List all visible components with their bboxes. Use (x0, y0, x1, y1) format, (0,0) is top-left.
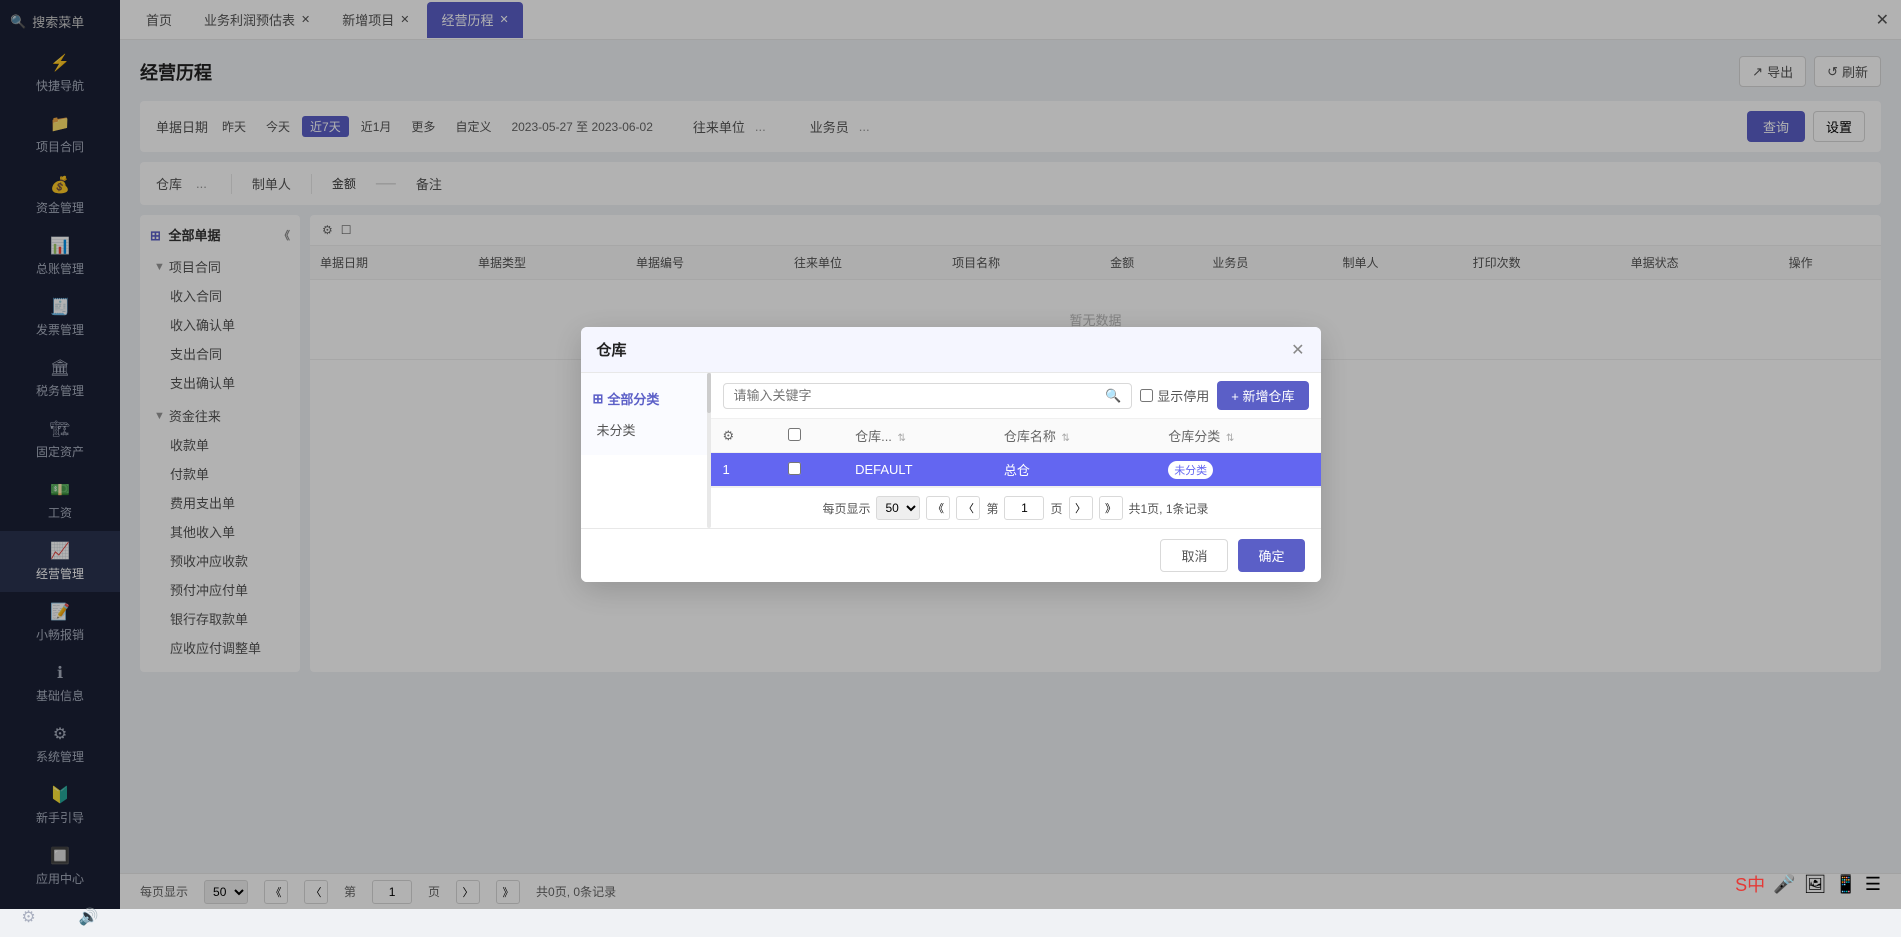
modal-page-input[interactable] (1004, 496, 1044, 520)
modal-page-label: 第 (986, 500, 998, 517)
modal-row-check (776, 453, 844, 487)
show-disabled-checkbox[interactable] (1140, 389, 1153, 402)
sort-icon-name: ⇅ (1062, 433, 1070, 444)
scrollbar-thumb (707, 373, 711, 413)
chat-icon[interactable]: S中 (1735, 871, 1765, 897)
modal-sidebar-wrapper: ⊞ 全部分类 未分类 (581, 373, 711, 528)
app-icon[interactable]: 📱 (1834, 874, 1856, 895)
add-warehouse-button[interactable]: + 新增仓库 (1217, 381, 1308, 410)
modal-page-suffix: 页 (1050, 500, 1062, 517)
modal-body: ⊞ 全部分类 未分类 🔍 (581, 373, 1321, 528)
modal-table: ⚙ 仓库... ⇅ 仓库名称 ⇅ (711, 419, 1321, 487)
modal-row-checkbox[interactable] (788, 462, 801, 475)
modal-row-no: 1 (711, 453, 776, 487)
modal-footer: 取消 确定 (581, 528, 1321, 582)
modal-check-all[interactable] (788, 428, 801, 441)
modal-search-input[interactable] (734, 388, 1102, 403)
sort-icon-code: ⇅ (898, 433, 906, 444)
modal-sidebar-scrollbar[interactable] (707, 373, 711, 528)
gear-icon-table[interactable]: ⚙ (723, 428, 735, 443)
settings-icon[interactable]: ⚙ (21, 907, 35, 927)
modal-row-category: 未分类 (1156, 453, 1320, 487)
show-disabled-label: 显示停用 (1140, 386, 1209, 405)
show-disabled-text: 显示停用 (1157, 386, 1209, 405)
modal-per-page-label: 每页显示 (822, 500, 870, 517)
modal-col-code: 仓库... ⇅ (843, 419, 992, 453)
modal-row-name: 总仓 (992, 453, 1156, 487)
modal-header: 仓库 ✕ (581, 327, 1321, 373)
modal-col-name: 仓库名称 ⇅ (992, 419, 1156, 453)
audio-icon[interactable]: 🔊 (79, 907, 99, 927)
modal-prev-page[interactable]: 〈 (956, 496, 980, 520)
modal-overlay[interactable]: 仓库 ✕ ⊞ 全部分类 未分类 (0, 0, 1901, 909)
modal-pagination: 每页显示 50 《 〈 第 页 〉 》 共1页, 1条记录 (711, 487, 1321, 528)
modal-first-page[interactable]: 《 (926, 496, 950, 520)
modal-sidebar-all-label: 全部分类 (607, 389, 659, 408)
modal-col-category: 仓库分类 ⇅ (1156, 419, 1320, 453)
modal-sidebar-header: ⊞ 全部分类 (581, 383, 710, 414)
modal-close-button[interactable]: ✕ (1291, 340, 1304, 360)
modal-table-row[interactable]: 1 DEFAULT 总仓 未分类 (711, 453, 1321, 487)
confirm-button[interactable]: 确定 (1238, 539, 1304, 572)
more-icon[interactable]: ☰ (1865, 874, 1881, 895)
bottom-right-icons: S中 🎤 🖼 📱 ☰ (1735, 871, 1881, 897)
modal-next-page[interactable]: 〉 (1069, 496, 1093, 520)
modal-page-size[interactable]: 50 (876, 496, 920, 520)
modal-main: 🔍 显示停用 + 新增仓库 ⚙ (711, 373, 1321, 528)
modal-title: 仓库 (597, 339, 627, 360)
modal-col-check (776, 419, 844, 453)
category-tag: 未分类 (1168, 461, 1213, 479)
modal-last-page[interactable]: 》 (1099, 496, 1123, 520)
warehouse-modal: 仓库 ✕ ⊞ 全部分类 未分类 (581, 327, 1321, 582)
modal-search-box: 🔍 (723, 383, 1133, 409)
image-icon[interactable]: 🖼 (1804, 874, 1827, 895)
modal-table-area: ⚙ 仓库... ⇅ 仓库名称 ⇅ (711, 419, 1321, 487)
modal-col-gear: ⚙ (711, 419, 776, 453)
modal-table-header: ⚙ 仓库... ⇅ 仓库名称 ⇅ (711, 419, 1321, 453)
mic-icon[interactable]: 🎤 (1773, 874, 1795, 895)
modal-toolbar: 🔍 显示停用 + 新增仓库 (711, 373, 1321, 419)
modal-sidebar-unclassified[interactable]: 未分类 (581, 414, 710, 445)
modal-total: 共1页, 1条记录 (1129, 500, 1209, 517)
search-icon-modal: 🔍 (1105, 388, 1121, 404)
cancel-button[interactable]: 取消 (1160, 539, 1228, 572)
modal-sidebar: ⊞ 全部分类 未分类 (581, 373, 711, 455)
sort-icon-category: ⇅ (1226, 433, 1234, 444)
modal-row-code: DEFAULT (843, 453, 992, 487)
grid-icon-modal: ⊞ (593, 391, 604, 407)
